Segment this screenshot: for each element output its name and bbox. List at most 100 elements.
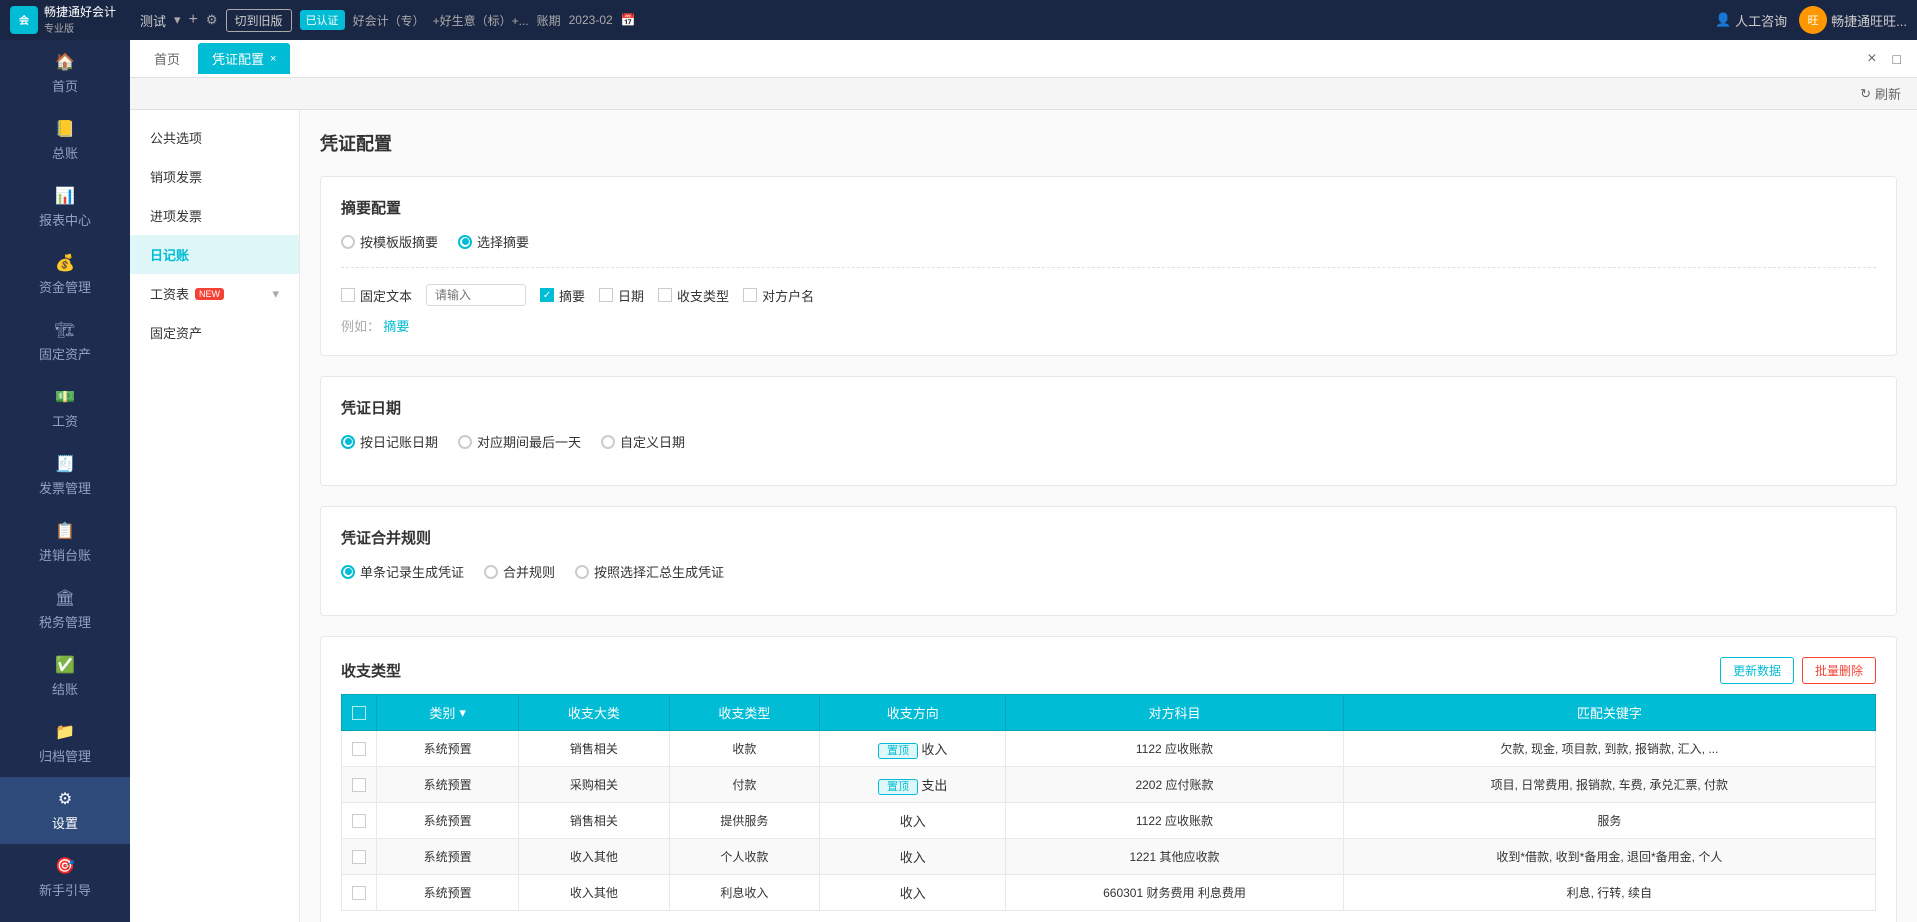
sidebar-item-settings[interactable]: ⚙ 设置	[0, 777, 130, 844]
row-checkbox[interactable]	[352, 850, 366, 864]
logo: 会 畅捷通好会计 专业版	[10, 5, 140, 34]
sidebar-item-member[interactable]: 👑 畅会员	[0, 911, 130, 922]
row-checkbox[interactable]	[352, 886, 366, 900]
closing-icon: ✅	[55, 655, 75, 675]
checkbox-group: 固定文本 ✓ 摘要 日期	[341, 284, 1876, 306]
row-checkbox[interactable]	[352, 814, 366, 828]
td-checkbox[interactable]	[342, 731, 377, 767]
radio-label: 对应期间最后一天	[477, 432, 581, 451]
radio-period-last-day[interactable]: 对应期间最后一天	[458, 432, 581, 451]
radio-single-record[interactable]: 单条记录生成凭证	[341, 562, 464, 581]
left-nav-item-payroll-sheet[interactable]: 工资表 NEW ▾	[130, 274, 299, 313]
sidebar-item-guide[interactable]: 🎯 新手引导	[0, 844, 130, 911]
certified-badge: 已认证	[300, 10, 345, 30]
radio-journal-date[interactable]: 按日记账日期	[341, 432, 438, 451]
expand-icon[interactable]: ▾	[272, 286, 279, 302]
left-nav-item-public[interactable]: 公共选项	[130, 118, 299, 157]
sidebar-item-home[interactable]: 🏠 首页	[0, 40, 130, 107]
sidebar-item-label: 进销台账	[39, 545, 91, 564]
sidebar-item-closing[interactable]: ✅ 结账	[0, 643, 130, 710]
td-major: 销售相关	[519, 803, 669, 839]
user-area[interactable]: 旺 畅捷通旺旺...	[1799, 6, 1907, 34]
checkbox-fixed-text[interactable]: 固定文本	[341, 286, 412, 305]
tab-home[interactable]: 首页	[140, 43, 194, 74]
sidebar-item-label: 设置	[52, 813, 78, 832]
fixed-text-input[interactable]	[426, 284, 526, 306]
left-nav-item-fixed-assets[interactable]: 固定资产	[130, 313, 299, 352]
sidebar-item-invoice[interactable]: 🧾 发票管理	[0, 442, 130, 509]
sidebar-item-label: 工资	[52, 411, 78, 430]
tab-voucher-config[interactable]: 凭证配置 ×	[198, 43, 290, 74]
td-type: 收款	[669, 731, 819, 767]
user-name: 畅捷通旺旺...	[1831, 11, 1907, 30]
td-checkbox[interactable]	[342, 839, 377, 875]
left-nav-item-journal[interactable]: 日记账	[130, 235, 299, 274]
th-major: 收支大类	[519, 695, 669, 731]
guide-icon: 🎯	[55, 856, 75, 876]
checkbox-box	[599, 288, 613, 302]
td-direction: 置顶 支出	[820, 767, 1006, 803]
td-checkbox[interactable]	[342, 803, 377, 839]
sidebar-item-sales[interactable]: 📋 进销台账	[0, 509, 130, 576]
td-account: 1221 其他应收款	[1006, 839, 1343, 875]
checkbox-label: 日期	[618, 286, 644, 305]
sidebar-item-ledger[interactable]: 📒 总账	[0, 107, 130, 174]
sidebar-item-archive[interactable]: 📁 归档管理	[0, 710, 130, 777]
checkbox-income-type[interactable]: 收支类型	[658, 286, 729, 305]
td-type: 利息收入	[669, 875, 819, 911]
sidebar-item-reports[interactable]: 📊 报表中心	[0, 174, 130, 241]
sort-icon[interactable]: ▾	[459, 705, 466, 721]
td-major: 收入其他	[519, 875, 669, 911]
checkbox-counterparty[interactable]: 对方户名	[743, 286, 814, 305]
radio-merge-rule[interactable]: 合并规则	[484, 562, 555, 581]
switch-version-button[interactable]: 切到旧版	[226, 9, 292, 32]
support-button[interactable]: 👤 人工咨询	[1715, 11, 1787, 30]
checkbox-summary[interactable]: ✓ 摘要	[540, 286, 585, 305]
batch-delete-button[interactable]: 批量删除	[1802, 657, 1876, 684]
refresh-button[interactable]: ↻ 刷新	[1860, 84, 1901, 103]
funds-icon: 💰	[55, 253, 75, 273]
row-checkbox[interactable]	[352, 778, 366, 792]
left-nav-item-output-invoice[interactable]: 销项发票	[130, 157, 299, 196]
table-header-bar: 收支类型 更新数据 批量删除	[341, 657, 1876, 684]
sidebar-item-assets[interactable]: 🏗 固定资产	[0, 308, 130, 375]
sidebar-item-tax[interactable]: 🏛 税务管理	[0, 576, 130, 643]
select-all-checkbox[interactable]	[352, 706, 366, 720]
sidebar-item-label: 发票管理	[39, 478, 91, 497]
left-nav-item-input-invoice[interactable]: 进项发票	[130, 196, 299, 235]
period-label: 账期	[537, 12, 561, 29]
direction-text: 收入	[900, 886, 926, 901]
new-badge: NEW	[195, 288, 224, 300]
radio-circle-checked	[458, 235, 472, 249]
sidebar-item-payroll[interactable]: 💵 工资	[0, 375, 130, 442]
close-window-icon[interactable]: ×	[1861, 50, 1882, 68]
radio-dot	[462, 238, 469, 245]
add-button[interactable]: +	[189, 11, 198, 29]
left-nav-label: 工资表	[150, 284, 189, 303]
row-checkbox[interactable]	[352, 742, 366, 756]
reports-icon: 📊	[55, 186, 75, 206]
th-checkbox[interactable]	[342, 695, 377, 731]
sidebar-item-label: 总账	[52, 143, 78, 162]
fullscreen-icon[interactable]: □	[1887, 51, 1907, 67]
assets-icon: 🏗	[55, 320, 75, 340]
td-type: 付款	[669, 767, 819, 803]
accounting-meta: 好会计（专）	[353, 12, 425, 29]
td-account: 2202 应付账款	[1006, 767, 1343, 803]
td-keywords: 项目, 日常费用, 报销款, 车费, 承兑汇票, 付款	[1343, 767, 1875, 803]
tab-close-icon[interactable]: ×	[270, 53, 276, 65]
radio-custom-date[interactable]: 自定义日期	[601, 432, 685, 451]
td-keywords: 服务	[1343, 803, 1875, 839]
user-avatar: 旺	[1799, 6, 1827, 34]
radio-aggregate[interactable]: 按照选择汇总生成凭证	[575, 562, 724, 581]
td-checkbox[interactable]	[342, 767, 377, 803]
checkbox-date[interactable]: 日期	[599, 286, 644, 305]
td-checkbox[interactable]	[342, 875, 377, 911]
sidebar-item-funds[interactable]: 💰 资金管理	[0, 241, 130, 308]
calendar-icon[interactable]: 📅	[621, 13, 636, 27]
company-dropdown[interactable]: ▾	[174, 12, 181, 28]
radio-template-summary[interactable]: 按模板版摘要	[341, 232, 438, 251]
radio-select-summary[interactable]: 选择摘要	[458, 232, 529, 251]
settings-icon[interactable]: ⚙	[206, 12, 218, 28]
update-data-button[interactable]: 更新数据	[1720, 657, 1794, 684]
